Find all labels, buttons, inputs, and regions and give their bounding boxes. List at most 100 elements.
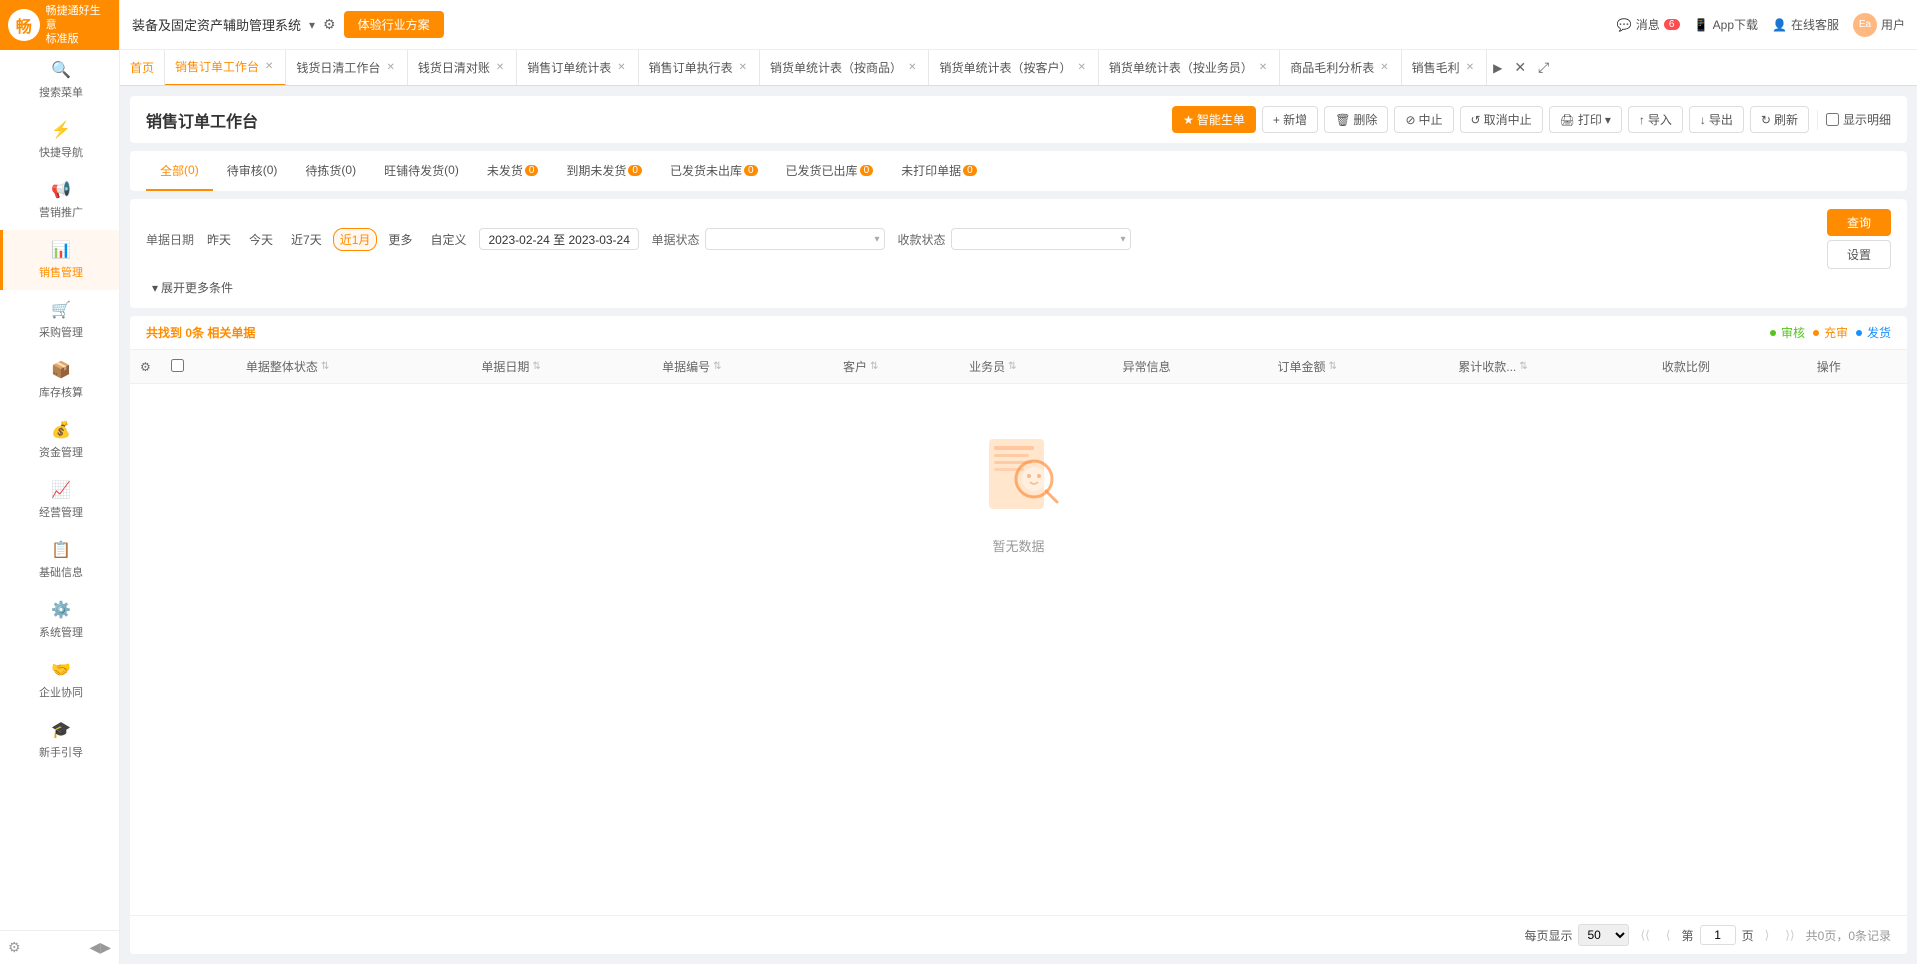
- page-first-btn[interactable]: ⟨⟨: [1635, 926, 1654, 944]
- status-select[interactable]: [705, 228, 885, 250]
- print-icon: 🖨: [1560, 113, 1575, 127]
- page-next-btn[interactable]: ⟩: [1760, 926, 1775, 944]
- tab-close-sales-order[interactable]: ✕: [263, 61, 275, 72]
- tab-close-all[interactable]: ✕: [1508, 59, 1532, 76]
- refresh-btn[interactable]: ↻ 刷新: [1750, 106, 1809, 133]
- tab-close-margin-analysis[interactable]: ✕: [1378, 62, 1390, 73]
- user-btn[interactable]: Ea 用户: [1853, 13, 1905, 37]
- tab-close-order-stats[interactable]: ✕: [615, 62, 627, 73]
- total-info: 共0页，0条记录: [1806, 927, 1891, 944]
- tab-close-sales-margin[interactable]: ✕: [1464, 62, 1476, 73]
- tab-close-customer-stats[interactable]: ✕: [1075, 62, 1087, 73]
- select-all-checkbox[interactable]: [171, 359, 184, 372]
- sort-salesman[interactable]: 业务员 ⇅: [969, 358, 1102, 375]
- sort-date[interactable]: 单据日期 ⇅: [481, 358, 642, 375]
- tab-cash-clear[interactable]: 钱货日清工作台 ✕: [286, 50, 407, 86]
- sidebar-item-system[interactable]: ⚙️ 系统管理: [0, 590, 119, 650]
- tab-close-cash-reconcile[interactable]: ✕: [494, 62, 506, 73]
- sort-collected[interactable]: 累计收款... ⇅: [1458, 358, 1642, 375]
- collapse-icon[interactable]: ◀▶: [89, 939, 111, 956]
- finance-icon: 💰: [51, 420, 71, 440]
- sort-status[interactable]: 单据整体状态 ⇅: [246, 358, 461, 375]
- sub-tab-all[interactable]: 全部(0): [146, 151, 213, 191]
- tab-sales-order[interactable]: 销售订单工作台 ✕: [165, 50, 286, 86]
- date-btn-more[interactable]: 更多: [381, 228, 419, 251]
- date-btn-custom[interactable]: 自定义: [423, 228, 473, 251]
- sidebar-item-guide[interactable]: 🎓 新手引导: [0, 710, 119, 770]
- tab-margin-analysis[interactable]: 商品毛利分析表 ✕: [1280, 50, 1401, 86]
- print-btn[interactable]: 🖨 打印 ▾: [1549, 106, 1622, 133]
- show-detail-checkbox[interactable]: 显示明细: [1826, 111, 1891, 128]
- date-btn-1month[interactable]: 近1月: [333, 228, 378, 251]
- message-btn[interactable]: 💬 消息 6: [1617, 16, 1680, 33]
- tab-close-order-exec[interactable]: ✕: [737, 62, 749, 73]
- audit-action[interactable]: 审核: [1770, 324, 1805, 341]
- add-btn[interactable]: + 新增: [1262, 106, 1318, 133]
- tab-customer-stats[interactable]: 销货单统计表（按客户） ✕: [929, 50, 1098, 86]
- tab-goods-stats[interactable]: 销货单统计表（按商品） ✕: [760, 50, 929, 86]
- sidebar-item-basic[interactable]: 📋 基础信息: [0, 530, 119, 590]
- sub-tab-shipped-not-out[interactable]: 已发货未出库0: [656, 151, 772, 191]
- page-prev-btn[interactable]: ⟨: [1661, 926, 1676, 944]
- expand-filter-btn[interactable]: ▾ 展开更多条件: [146, 277, 239, 298]
- tab-order-stats[interactable]: 销售订单统计表 ✕: [517, 50, 638, 86]
- stop-btn[interactable]: ⊘ 中止: [1394, 106, 1453, 133]
- sub-tab-pending-pick[interactable]: 待拣货(0): [291, 151, 370, 191]
- sub-tab-overdue-unship[interactable]: 到期未发货0: [552, 151, 656, 191]
- export-btn[interactable]: ↓ 导出: [1689, 106, 1744, 133]
- set-btn[interactable]: 设置: [1827, 240, 1891, 269]
- settings-icon[interactable]: ⚙: [8, 939, 21, 956]
- tab-order-exec[interactable]: 销售订单执行表 ✕: [639, 50, 760, 86]
- tab-scroll-right[interactable]: ▶: [1487, 61, 1508, 75]
- delete-btn[interactable]: 🗑 删除: [1324, 106, 1388, 133]
- sort-amount[interactable]: 订单金额 ⇅: [1277, 358, 1438, 375]
- topbar-gear-icon[interactable]: ⚙: [323, 16, 336, 33]
- unaudit-action[interactable]: 充审: [1813, 324, 1848, 341]
- sub-tab-unshipped[interactable]: 未发货0: [473, 151, 553, 191]
- sub-tab-unprinted[interactable]: 未打印单据0: [887, 151, 991, 191]
- date-btn-7days[interactable]: 近7天: [284, 228, 329, 251]
- page-last-btn[interactable]: ⟩⟩: [1780, 926, 1799, 944]
- sort-number[interactable]: 单据编号 ⇅: [662, 358, 823, 375]
- tab-close-goods-stats[interactable]: ✕: [906, 62, 918, 73]
- sidebar-item-purchase[interactable]: 🛒 采购管理: [0, 290, 119, 350]
- sidebar-item-collab[interactable]: 🤝 企业协同: [0, 650, 119, 710]
- tab-home[interactable]: 首页: [120, 50, 165, 86]
- page-input[interactable]: [1700, 925, 1736, 945]
- sub-tab-pending-review[interactable]: 待审核(0): [213, 151, 292, 191]
- sidebar-item-marketing[interactable]: 📢 营销推广: [0, 170, 119, 230]
- th-gear[interactable]: ⚙: [130, 350, 161, 384]
- sidebar-item-operation[interactable]: 📈 经营管理: [0, 470, 119, 530]
- show-detail-input[interactable]: [1826, 113, 1839, 126]
- sidebar-item-finance[interactable]: 💰 资金管理: [0, 410, 119, 470]
- import-btn[interactable]: ↑ 导入: [1628, 106, 1683, 133]
- tab-salesman-stats[interactable]: 销货单统计表（按业务员） ✕: [1099, 50, 1280, 86]
- tab-close-salesman-stats[interactable]: ✕: [1257, 62, 1269, 73]
- system-dropdown[interactable]: ▾: [309, 18, 315, 32]
- payment-select[interactable]: [951, 228, 1131, 250]
- sub-tab-shipped-out[interactable]: 已发货已出库0: [772, 151, 888, 191]
- date-range-input[interactable]: [479, 228, 639, 250]
- app-download-btn[interactable]: 📱 App下载: [1694, 16, 1758, 33]
- cancel-stop-btn[interactable]: ↺ 取消中止: [1460, 106, 1543, 133]
- query-btn[interactable]: 查询: [1827, 209, 1891, 236]
- tab-close-cash-clear[interactable]: ✕: [384, 62, 396, 73]
- date-btn-yesterday[interactable]: 昨天: [200, 228, 238, 251]
- sidebar-item-nav[interactable]: ⚡ 快捷导航: [0, 110, 119, 170]
- sidebar-item-search[interactable]: 🔍 搜索菜单: [0, 50, 119, 110]
- sort-customer[interactable]: 客户 ⇅: [843, 358, 949, 375]
- sidebar-item-inventory[interactable]: 📦 库存核算: [0, 350, 119, 410]
- empty-illustration: [969, 424, 1069, 524]
- ship-action[interactable]: 发货: [1856, 324, 1891, 341]
- smart-create-btn[interactable]: ★ 智能生单: [1172, 106, 1256, 133]
- industry-btn[interactable]: 体验行业方案: [344, 11, 444, 38]
- sub-tab-wangpu-ship[interactable]: 旺铺待发货(0): [370, 151, 473, 191]
- th-checkbox[interactable]: [161, 350, 236, 384]
- date-btn-today[interactable]: 今天: [242, 228, 280, 251]
- tab-sales-margin[interactable]: 销售毛利 ✕: [1402, 50, 1487, 86]
- tab-cash-reconcile[interactable]: 钱货日清对账 ✕: [408, 50, 517, 86]
- sidebar-item-sales[interactable]: 📊 销售管理: [0, 230, 119, 290]
- tab-expand[interactable]: ⤢: [1532, 59, 1555, 76]
- page-size-select[interactable]: 50 100 200: [1578, 924, 1629, 946]
- online-service-btn[interactable]: 👤 在线客服: [1772, 16, 1839, 33]
